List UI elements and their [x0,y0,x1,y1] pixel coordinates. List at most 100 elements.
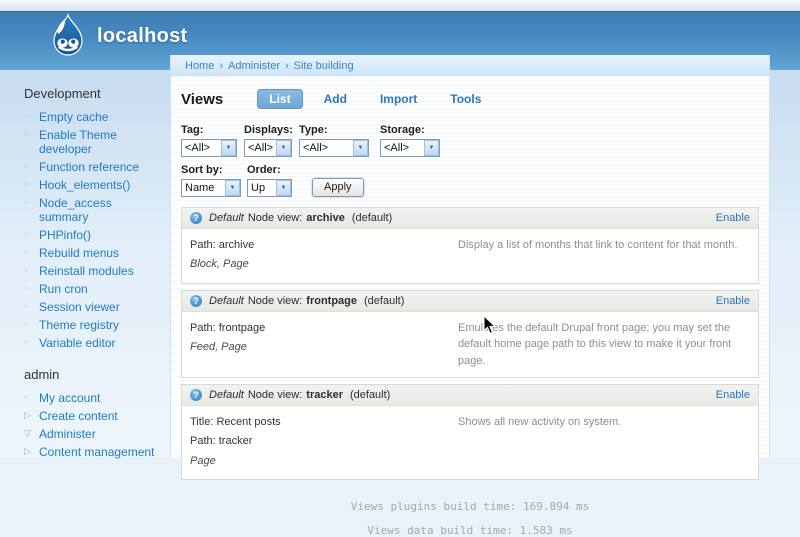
sidebar-heading-development: Development [24,86,101,101]
page-title: Views [181,90,224,108]
circle-bullet-icon: ○ [24,321,29,328]
sidebar-item-session-viewer[interactable]: ○ Session viewer [24,300,164,314]
enable-link[interactable]: Enable [716,389,750,401]
breadcrumb-site-building-link[interactable]: Site building [294,60,354,72]
tag-select[interactable]: <All> ▼ [181,139,237,157]
build-time-stats: Views plugins build time: 169.894 ms Vie… [181,500,759,537]
view-row-body: Path: archive Block, Page Display a list… [182,229,758,283]
view-kind-label: Node view: [247,389,303,401]
view-kind-label: Node view: [247,212,303,224]
view-row-header: ? Default Node view: frontpage (default)… [182,290,758,312]
sidebar-item-theme-registry[interactable]: ○ Theme registry [24,318,164,332]
view-row-frontpage: ? Default Node view: frontpage (default)… [181,289,759,378]
sidebar: Development ○ Empty cache ○ Enable Theme d… [0,70,170,459]
help-icon[interactable]: ? [190,389,202,401]
views-tabs: List Add Import Tools [257,89,502,109]
sidebar-item-enable-theme-developer[interactable]: ○ Enable Theme developer [24,128,164,156]
view-type-label: Default [209,212,244,224]
view-row-header: ? Default Node view: archive (default) E… [182,208,758,229]
view-row-header: ? Default Node view: tracker (default) E… [182,385,758,406]
apply-button[interactable]: Apply [311,177,365,198]
circle-bullet-icon: ○ [24,339,29,346]
collapsed-arrow-icon: ▷ [24,410,31,420]
displays-select[interactable]: <All> ▼ [244,139,292,157]
views-list: ? Default Node view: archive (default) E… [181,207,759,480]
view-name: archive [306,212,345,224]
view-description: Display a list of months that link to co… [458,239,738,251]
sidebar-item-reinstall-modules[interactable]: ○ Reinstall modules [24,264,164,278]
view-title: Title: Recent posts [190,416,281,428]
mouse-cursor-icon [483,315,496,334]
sidebar-item-my-account[interactable]: ○ My account [24,391,164,405]
view-state: (default) [364,294,405,307]
view-path: Path: archive [190,239,255,251]
circle-bullet-icon: ○ [24,163,29,170]
circle-bullet-icon: ○ [24,394,29,401]
tab-list[interactable]: List [257,89,303,109]
views-filters: Tag: <All> ▼ Displays: <All> ▼ Type: <Al… [181,124,759,198]
breadcrumb-home-link[interactable]: Home [185,60,214,72]
circle-bullet-icon: ○ [24,181,29,188]
storage-filter-label: Storage: [380,124,425,136]
view-type-label: Default [209,389,244,401]
circle-bullet-icon: ○ [24,113,29,120]
sidebar-item-hook-elements[interactable]: ○ Hook_elements() [24,178,164,192]
view-row-archive: ? Default Node view: archive (default) E… [181,207,759,284]
circle-bullet-icon: ○ [24,131,29,138]
enable-link[interactable]: Enable [716,212,750,224]
circle-bullet-icon: ○ [24,249,29,256]
view-name: frontpage [306,294,358,307]
sidebar-item-node-access-summary[interactable]: ○ Node_access summary [24,196,164,224]
expanded-arrow-icon: ▽ [24,428,31,438]
view-displays: Block, Page [190,258,249,271]
tab-import[interactable]: Import [368,89,429,109]
enable-link[interactable]: Enable [716,295,750,307]
sidebar-heading-admin: admin [24,367,60,382]
sidebar-item-run-cron[interactable]: ○ Run cron [24,282,164,296]
view-displays: Page [190,454,216,467]
sidebar-development-menu: ○ Empty cache ○ Enable Theme developer ○ Fu… [24,110,164,350]
view-row-tracker: ? Default Node view: tracker (default) E… [181,384,759,480]
sidebar-item-function-reference[interactable]: ○ Function reference [24,160,164,174]
dropdown-arrow-icon: ▼ [424,140,439,156]
help-icon[interactable]: ? [190,212,202,224]
view-type-label: Default [209,294,244,307]
tag-filter-label: Tag: [181,124,204,136]
storage-select[interactable]: <All> ▼ [380,139,440,157]
drupal-droplet-logo [53,13,83,56]
panel-body: Views List Add Import Tools Tag: <All> ▼… [171,77,769,537]
sidebar-item-create-content[interactable]: ▷ Create content [24,409,164,423]
help-icon[interactable]: ? [190,294,202,307]
sidebar-item-administer[interactable]: ▽ Administer [24,427,164,441]
breadcrumb-separator: › [219,60,224,72]
circle-bullet-icon: ○ [24,267,29,274]
sidebar-item-phpinfo[interactable]: ○ PHPinfo() [24,228,164,242]
type-select[interactable]: <All> ▼ [299,139,369,157]
sort-by-label: Sort by: [181,164,223,176]
sidebar-item-rebuild-menus[interactable]: ○ Rebuild menus [24,246,164,260]
sort-by-select[interactable]: Name ▼ [181,179,241,197]
breadcrumb-separator: › [284,60,289,72]
breadcrumb-administer-link[interactable]: Administer [228,60,280,72]
dropdown-arrow-icon: ▼ [353,140,368,156]
view-description: Emulates the default Drupal front page; … [458,321,732,367]
tab-tools[interactable]: Tools [438,89,493,109]
sidebar-item-empty-cache[interactable]: ○ Empty cache [24,110,164,124]
data-build-time: Views data build time: 1.583 ms [367,523,573,537]
collapsed-arrow-icon: ▷ [24,446,31,456]
top-edge-strip [0,0,800,11]
view-state: (default) [349,389,391,401]
type-filter-label: Type: [299,124,328,136]
breadcrumb: Home › Administer › Site building [171,56,769,77]
main-panel: Home › Administer › Site building Views List… [170,55,770,537]
circle-bullet-icon: ○ [24,285,29,292]
view-path: Path: frontpage [190,321,266,334]
sidebar-item-variable-editor[interactable]: ○ Variable editor [24,336,164,350]
plugins-build-time: Views plugins build time: 169.894 ms [350,499,590,513]
view-path: Path: tracker [190,435,253,448]
site-title: localhost [97,25,188,47]
displays-filter-label: Displays: [244,124,293,136]
order-select[interactable]: Up ▼ [247,179,292,197]
tab-add[interactable]: Add [312,89,359,109]
dropdown-arrow-icon: ▼ [221,140,236,156]
